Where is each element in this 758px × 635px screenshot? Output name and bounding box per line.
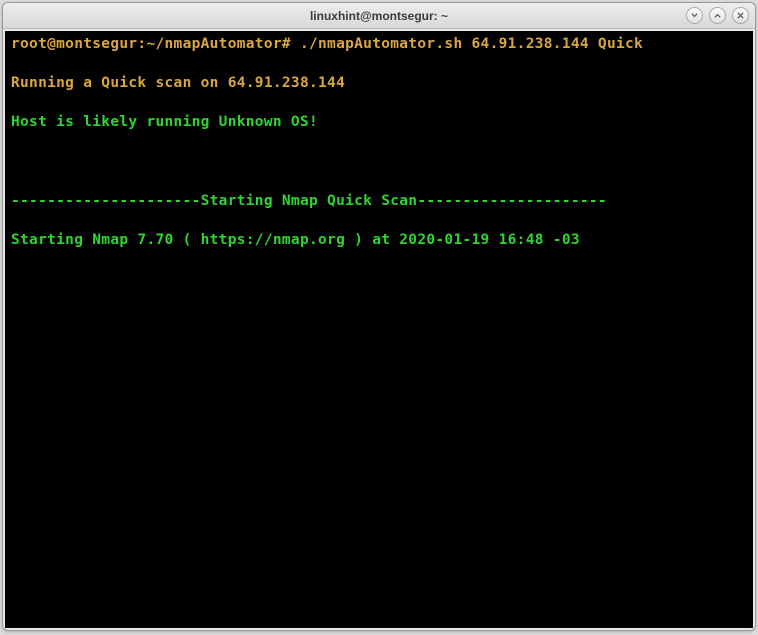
blank-line [11, 172, 747, 192]
command-text: ./nmapAutomator.sh 64.91.238.144 Quick [300, 36, 643, 52]
maximize-icon [713, 11, 722, 20]
blank-line [11, 152, 747, 172]
window-controls [686, 7, 749, 24]
titlebar[interactable]: linuxhint@montsegur: ~ [3, 3, 755, 29]
maximize-button[interactable] [709, 7, 726, 24]
close-button[interactable] [732, 7, 749, 24]
prompt-text: root@montsegur:~/nmapAutomator# [11, 36, 300, 52]
blank-line [11, 55, 747, 75]
running-line: Running a Quick scan on 64.91.238.144 [11, 74, 747, 94]
nmap-start-line: Starting Nmap 7.70 ( https://nmap.org ) … [11, 231, 747, 251]
terminal-viewport[interactable]: root@montsegur:~/nmapAutomator# ./nmapAu… [5, 31, 753, 628]
prompt-line: root@montsegur:~/nmapAutomator# ./nmapAu… [11, 35, 747, 55]
window-title: linuxhint@montsegur: ~ [3, 9, 755, 23]
minimize-button[interactable] [686, 7, 703, 24]
host-os-line: Host is likely running Unknown OS! [11, 113, 747, 133]
minimize-icon [690, 11, 699, 20]
close-icon [736, 11, 745, 20]
blank-line [11, 133, 747, 153]
blank-line [11, 211, 747, 231]
divider-line: ---------------------Starting Nmap Quick… [11, 192, 747, 212]
blank-line [11, 94, 747, 114]
terminal-window: linuxhint@montsegur: ~ root@montsegur:~/… [2, 2, 756, 631]
